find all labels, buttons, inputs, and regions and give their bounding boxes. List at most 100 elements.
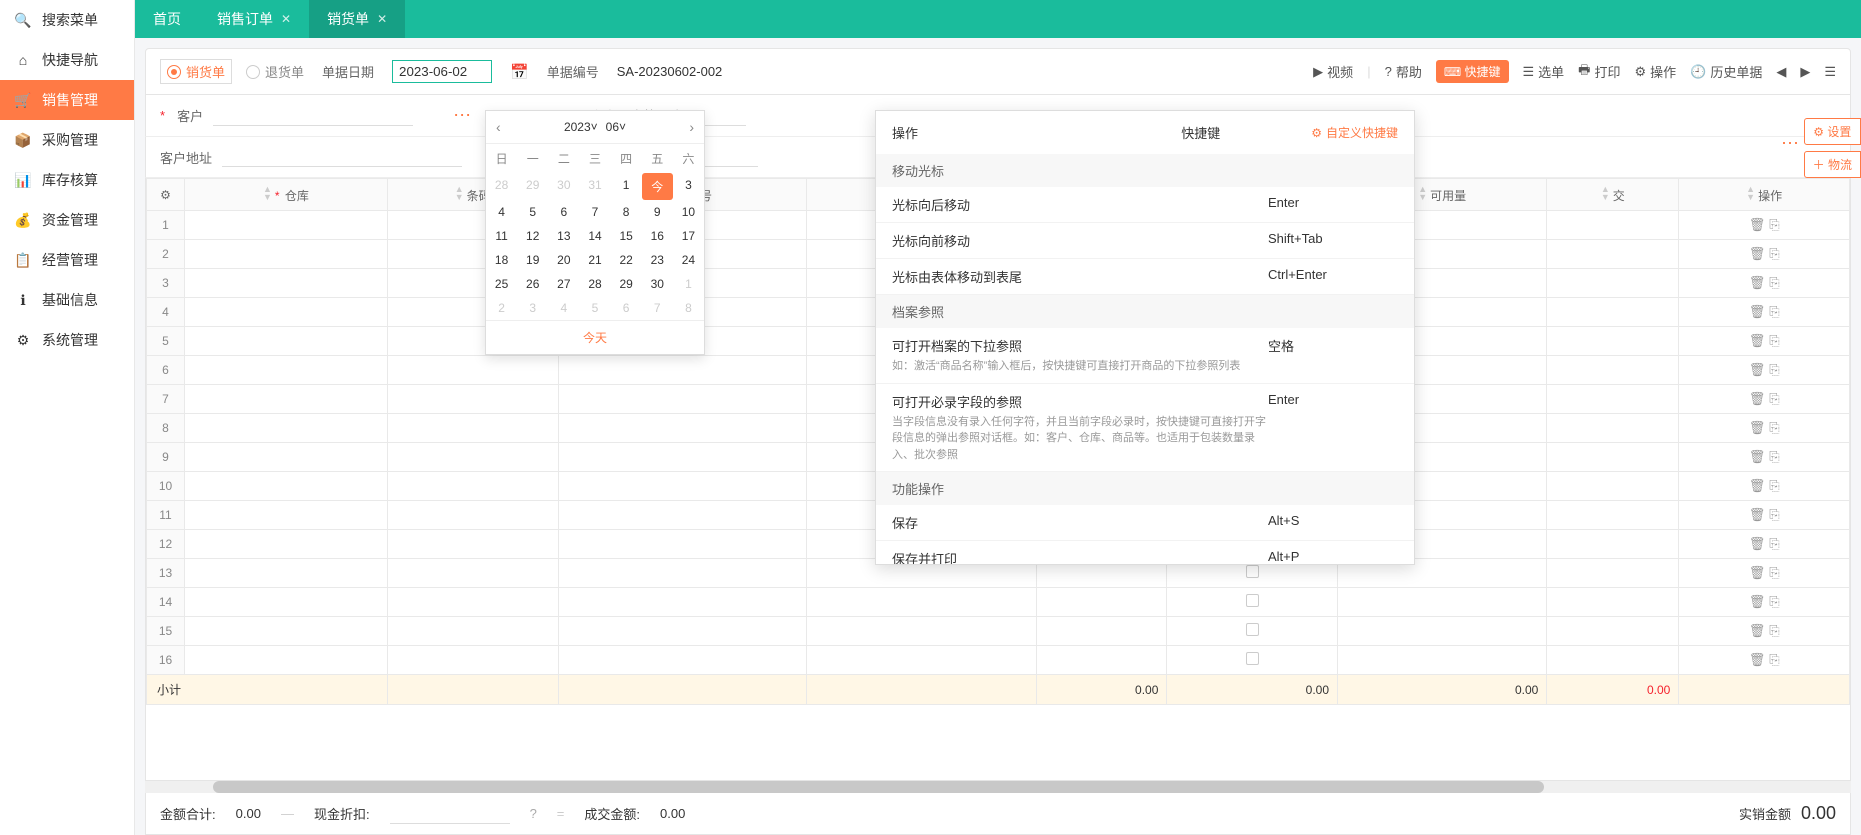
delete-icon[interactable]: 🗑 (1749, 217, 1766, 232)
help-icon[interactable]: ? (530, 806, 537, 821)
cal-day[interactable]: 26 (517, 272, 548, 296)
cal-day[interactable]: 3 (517, 296, 548, 320)
cal-day[interactable]: 1 (611, 173, 642, 200)
cal-day[interactable]: 27 (548, 272, 579, 296)
discount-input[interactable] (390, 804, 510, 824)
cal-day[interactable]: 30 (642, 272, 673, 296)
cal-month[interactable]: 06˅ (606, 120, 626, 134)
cal-day[interactable]: 12 (517, 224, 548, 248)
cal-prev-icon[interactable]: ‹ (496, 119, 501, 135)
cal-day[interactable]: 14 (579, 224, 610, 248)
btn-history[interactable]: 🕘 历史单据 (1690, 62, 1762, 81)
copy-icon[interactable]: ⎘ (1769, 391, 1779, 406)
delete-icon[interactable]: 🗑 (1749, 507, 1766, 522)
cal-day[interactable]: 2 (486, 296, 517, 320)
close-icon[interactable]: ✕ (377, 12, 387, 26)
cal-day[interactable]: 9 (642, 200, 673, 224)
cal-day[interactable]: 6 (611, 296, 642, 320)
delete-icon[interactable]: 🗑 (1749, 246, 1766, 261)
btn-action[interactable]: ⚙ 操作 (1634, 62, 1676, 81)
h-scrollbar[interactable] (145, 781, 1851, 793)
copy-icon[interactable]: ⎘ (1769, 623, 1779, 638)
copy-icon[interactable]: ⎘ (1769, 449, 1779, 464)
cal-day[interactable]: 29 (517, 173, 548, 200)
cal-year[interactable]: 2023˅ (564, 120, 598, 134)
delete-icon[interactable]: 🗑 (1749, 333, 1766, 348)
copy-icon[interactable]: ⎘ (1769, 420, 1779, 435)
tab[interactable]: 销售订单✕ (199, 0, 309, 38)
btn-help[interactable]: ? 帮助 (1385, 62, 1422, 81)
copy-icon[interactable]: ⎘ (1769, 333, 1779, 348)
table-row[interactable]: 16🗑⎘ (147, 646, 1850, 675)
delete-icon[interactable]: 🗑 (1749, 478, 1766, 493)
cal-day[interactable]: 28 (579, 272, 610, 296)
delete-icon[interactable]: 🗑 (1749, 594, 1766, 609)
sidebar-item[interactable]: 📊库存核算 (0, 160, 134, 200)
delete-icon[interactable]: 🗑 (1749, 536, 1766, 551)
checkbox[interactable] (1246, 652, 1259, 665)
delete-icon[interactable]: 🗑 (1749, 391, 1766, 406)
cal-day[interactable]: 30 (548, 173, 579, 200)
cal-day[interactable]: 19 (517, 248, 548, 272)
btn-print[interactable]: 🖶 打印 (1578, 61, 1620, 83)
sidebar-item[interactable]: 📦采购管理 (0, 120, 134, 160)
cal-day[interactable]: 24 (673, 248, 704, 272)
copy-icon[interactable]: ⎘ (1769, 507, 1779, 522)
cal-day[interactable]: 7 (579, 200, 610, 224)
tab[interactable]: 首页 (135, 0, 199, 38)
btn-logistics[interactable]: ＋ 物流 (1804, 151, 1861, 178)
sidebar-item[interactable]: 🛒销售管理 (0, 80, 134, 120)
copy-icon[interactable]: ⎘ (1769, 275, 1779, 290)
copy-icon[interactable]: ⎘ (1769, 304, 1779, 319)
cal-day[interactable]: 11 (486, 224, 517, 248)
delete-icon[interactable]: 🗑 (1749, 565, 1766, 580)
delete-icon[interactable]: 🗑 (1749, 652, 1766, 667)
cal-day[interactable]: 10 (673, 200, 704, 224)
cal-day[interactable]: 21 (579, 248, 610, 272)
radio-sale[interactable]: 销货单 (160, 59, 232, 84)
cal-day[interactable]: 7 (642, 296, 673, 320)
copy-icon[interactable]: ⎘ (1769, 565, 1779, 580)
cal-day[interactable]: 13 (548, 224, 579, 248)
cal-next-icon[interactable]: › (689, 119, 694, 135)
cal-day[interactable]: 23 (642, 248, 673, 272)
copy-icon[interactable]: ⎘ (1769, 246, 1779, 261)
btn-next[interactable]: ▶ (1800, 64, 1810, 80)
cal-day[interactable]: 4 (486, 200, 517, 224)
calendar-icon[interactable]: 📅 (510, 63, 529, 81)
sidebar-item[interactable]: ℹ基础信息 (0, 280, 134, 320)
cal-day[interactable]: 22 (611, 248, 642, 272)
cal-today-btn[interactable]: 今天 (486, 320, 704, 354)
btn-video[interactable]: ▶ 视频 (1313, 62, 1353, 81)
table-row[interactable]: 15🗑⎘ (147, 617, 1850, 646)
cal-day[interactable]: 1 (673, 272, 704, 296)
checkbox[interactable] (1246, 594, 1259, 607)
btn-select[interactable]: ☰ 选单 (1523, 62, 1565, 81)
btn-shortcut[interactable]: ⌨ 快捷键 (1436, 60, 1509, 83)
cal-day[interactable]: 今 (642, 173, 673, 200)
cal-day[interactable]: 3 (673, 173, 704, 200)
btn-custom-shortcut[interactable]: ⚙自定义快捷键 (1311, 124, 1398, 141)
sidebar-item[interactable]: ⚙系统管理 (0, 320, 134, 360)
checkbox[interactable] (1246, 565, 1259, 578)
cal-day[interactable]: 16 (642, 224, 673, 248)
cal-day[interactable]: 4 (548, 296, 579, 320)
form-more-icon[interactable]: ⋯ (1781, 133, 1801, 154)
cal-day[interactable]: 20 (548, 248, 579, 272)
close-icon[interactable]: ✕ (281, 12, 291, 26)
customer-more-icon[interactable]: ⋯ (453, 105, 473, 126)
addr-input[interactable] (222, 147, 462, 167)
delete-icon[interactable]: 🗑 (1749, 449, 1766, 464)
checkbox[interactable] (1246, 623, 1259, 636)
cal-day[interactable]: 5 (517, 200, 548, 224)
copy-icon[interactable]: ⎘ (1769, 217, 1779, 232)
cal-day[interactable]: 17 (673, 224, 704, 248)
sidebar-item[interactable]: ⌂快捷导航 (0, 40, 134, 80)
delete-icon[interactable]: 🗑 (1749, 623, 1766, 638)
copy-icon[interactable]: ⎘ (1769, 594, 1779, 609)
delete-icon[interactable]: 🗑 (1749, 304, 1766, 319)
btn-prev[interactable]: ◀ (1776, 64, 1786, 80)
cal-day[interactable]: 5 (579, 296, 610, 320)
cal-day[interactable]: 15 (611, 224, 642, 248)
cal-day[interactable]: 31 (579, 173, 610, 200)
